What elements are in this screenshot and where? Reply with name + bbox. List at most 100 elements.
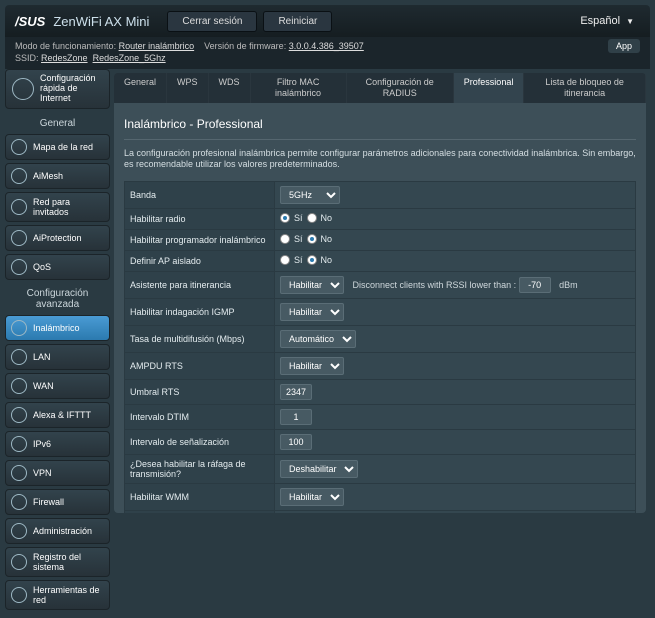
sidebar-item-aiprotection[interactable]: AiProtection (5, 225, 110, 251)
ssid1-link[interactable]: RedesZone (41, 53, 88, 63)
radio-sched-yes[interactable] (280, 234, 290, 244)
sidebar-item-registro-del-sistema[interactable]: Registro del sistema (5, 547, 110, 577)
sidebar-item-herramientas-de-red[interactable]: Herramientas de red (5, 580, 110, 610)
sidebar-item-label: IPv6 (33, 439, 51, 449)
radio-isolated-no[interactable] (307, 255, 317, 265)
language-label: Español (580, 15, 620, 27)
logout-button[interactable]: Cerrar sesión (167, 11, 257, 32)
input-rts[interactable] (280, 384, 312, 400)
sidebar-icon (11, 554, 27, 570)
tab-filtro-mac-inalámbrico[interactable]: Filtro MAC inalámbrico (251, 73, 347, 103)
sidebar-icon (11, 587, 27, 603)
sidebar-item-label: QoS (33, 262, 51, 272)
select-wmm[interactable]: Habilitar (280, 488, 344, 506)
brand-logo: /SUS (15, 14, 45, 29)
radio-enable-radio-yes[interactable] (280, 213, 290, 223)
label-ampdu-rts: AMPDU RTS (125, 352, 275, 379)
select-mcast[interactable]: Automático (280, 330, 356, 348)
select-ampdu-rts[interactable]: Habilitar (280, 357, 344, 375)
sidebar-icon (11, 199, 27, 215)
settings-table: Banda 5GHz Habilitar radio Sí No Habilit… (124, 181, 636, 513)
sidebar-item-label: Firewall (33, 497, 64, 507)
sidebar: Configuración rápida de Internet General… (5, 69, 110, 613)
page-title: Inalámbrico - Professional (124, 111, 636, 140)
ssid2-link[interactable]: RedesZone_5Ghz (93, 53, 166, 63)
sidebar-item-label: VPN (33, 468, 52, 478)
sidebar-item-lan[interactable]: LAN (5, 344, 110, 370)
sidebar-item-label: AiMesh (33, 171, 63, 181)
mode-label: Modo de funcionamiento: (15, 41, 116, 51)
sidebar-icon (11, 465, 27, 481)
product-name: ZenWiFi AX Mini (53, 14, 149, 29)
label-ap-isolated: Definir AP aislado (125, 250, 275, 271)
roaming-hint: Disconnect clients with RSSI lower than … (353, 280, 517, 290)
select-igmp[interactable]: Habilitar (280, 303, 344, 321)
input-roaming-rssi[interactable] (519, 277, 551, 293)
roaming-unit: dBm (559, 280, 578, 290)
radio-enable-radio-no[interactable] (307, 213, 317, 223)
info-bar: App Modo de funcionamiento: Router inalá… (5, 37, 650, 69)
sidebar-icon (11, 320, 27, 336)
sidebar-item-label: Administración (33, 526, 92, 536)
input-dtim[interactable] (280, 409, 312, 425)
sidebar-item-label: AiProtection (33, 233, 82, 243)
sidebar-item-red-para-invitados[interactable]: Red para invitados (5, 192, 110, 222)
sidebar-item-label: Registro del sistema (33, 552, 104, 572)
sidebar-item-label: WAN (33, 381, 54, 391)
sidebar-item-label: LAN (33, 352, 51, 362)
sidebar-item-label: Mapa de la red (33, 142, 93, 152)
ssid-label: SSID: (15, 53, 39, 63)
qis-button[interactable]: Configuración rápida de Internet (5, 69, 110, 109)
radio-sched-no[interactable] (307, 234, 317, 244)
sidebar-icon (11, 407, 27, 423)
sidebar-item-vpn[interactable]: VPN (5, 460, 110, 486)
label-txburst: ¿Desea habilitar la ráfaga de transmisió… (125, 454, 275, 483)
page-description: La configuración profesional inalámbrica… (124, 148, 636, 171)
fw-label: Versión de firmware: (204, 41, 286, 51)
app-badge[interactable]: App (608, 39, 640, 53)
select-roaming[interactable]: Habilitar (280, 276, 344, 294)
sidebar-header-general: General (5, 113, 110, 134)
fw-link[interactable]: 3.0.0.4.386_39507 (289, 41, 364, 51)
label-roaming: Asistente para itinerancia (125, 271, 275, 298)
tab-general[interactable]: General (114, 73, 167, 103)
sidebar-item-administración[interactable]: Administración (5, 518, 110, 544)
top-bar: /SUS ZenWiFi AX Mini Cerrar sesión Reini… (5, 5, 650, 37)
tab-wds[interactable]: WDS (209, 73, 251, 103)
language-selector[interactable]: Español ▼ (580, 15, 634, 27)
label-wmm-noack: Habilitar WMM sin confirmación (125, 510, 275, 513)
sidebar-item-mapa-de-la-red[interactable]: Mapa de la red (5, 134, 110, 160)
label-band: Banda (125, 181, 275, 208)
sidebar-item-label: Alexa & IFTTT (33, 410, 91, 420)
label-beacon: Intervalo de señalización (125, 429, 275, 454)
sidebar-item-aimesh[interactable]: AiMesh (5, 163, 110, 189)
sidebar-item-label: Herramientas de red (33, 585, 104, 605)
sidebar-icon (11, 230, 27, 246)
mode-link[interactable]: Router inalámbrico (119, 41, 195, 51)
sidebar-header-advanced: Configuración avanzada (5, 283, 110, 315)
sidebar-item-ipv6[interactable]: IPv6 (5, 431, 110, 457)
select-txburst[interactable]: Deshabilitar (280, 460, 358, 478)
sidebar-item-label: Red para invitados (33, 197, 104, 217)
tab-bar: GeneralWPSWDSFiltro MAC inalámbricoConfi… (114, 73, 646, 103)
sidebar-item-firewall[interactable]: Firewall (5, 489, 110, 515)
sidebar-item-wan[interactable]: WAN (5, 373, 110, 399)
tab-wps[interactable]: WPS (167, 73, 209, 103)
radio-isolated-yes[interactable] (280, 255, 290, 265)
sidebar-item-inalámbrico[interactable]: Inalámbrico (5, 315, 110, 341)
tab-professional[interactable]: Professional (454, 73, 525, 103)
reboot-button[interactable]: Reiniciar (263, 11, 332, 32)
select-band[interactable]: 5GHz (280, 186, 340, 204)
sidebar-icon (11, 436, 27, 452)
label-dtim: Intervalo DTIM (125, 404, 275, 429)
tab-configuración-de-radius[interactable]: Configuración de RADIUS (347, 73, 454, 103)
sidebar-item-alexa-&-ifttt[interactable]: Alexa & IFTTT (5, 402, 110, 428)
sidebar-icon (11, 168, 27, 184)
sidebar-item-qos[interactable]: QoS (5, 254, 110, 280)
content-area: GeneralWPSWDSFiltro MAC inalámbricoConfi… (114, 73, 646, 513)
label-wmm: Habilitar WMM (125, 483, 275, 510)
qis-icon (12, 78, 34, 100)
tab-lista-de-bloqueo-de-itinerancia[interactable]: Lista de bloqueo de itinerancia (524, 73, 646, 103)
label-rts: Umbral RTS (125, 379, 275, 404)
input-beacon[interactable] (280, 434, 312, 450)
